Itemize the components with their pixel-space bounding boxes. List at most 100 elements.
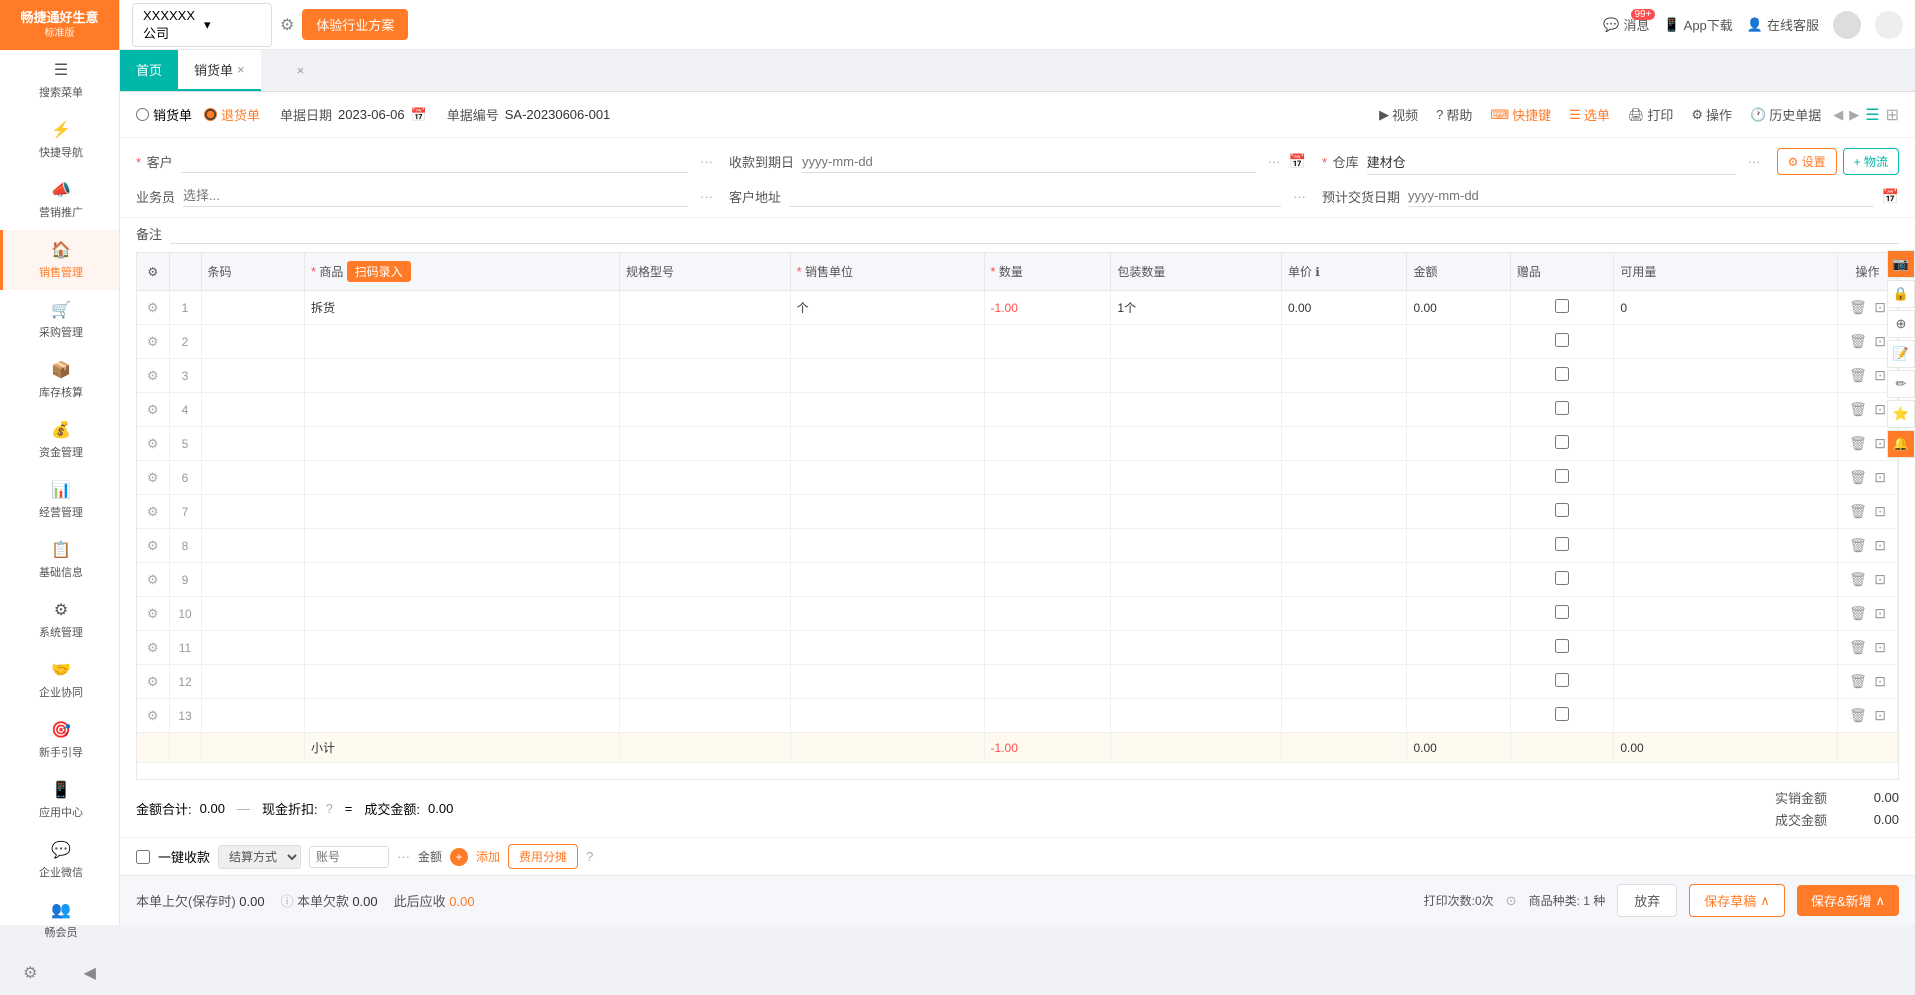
td-qty-11[interactable] (984, 665, 1111, 699)
help-btn[interactable]: ? 帮助 (1430, 102, 1478, 127)
delivery-input[interactable] (1408, 185, 1874, 207)
td-gift-5[interactable] (1510, 461, 1613, 495)
delete-row-btn-8[interactable]: 🗑 (1847, 569, 1869, 590)
fee-question-icon[interactable]: ? (586, 849, 593, 864)
tab-home[interactable]: 首页 (120, 50, 178, 91)
sidebar-settings-icon[interactable]: ⚙ (19, 959, 41, 987)
td-amount-1[interactable] (1407, 325, 1510, 359)
td-barcode-1[interactable] (201, 325, 304, 359)
delete-row-btn-3[interactable]: 🗑 (1847, 399, 1869, 420)
td-product-9[interactable] (304, 597, 619, 631)
td-product-1[interactable] (304, 325, 619, 359)
td-spec-10[interactable] (620, 631, 791, 665)
sidebar-item-enterprise[interactable]: 🤝企业协同 (0, 650, 119, 710)
td-gift-8[interactable] (1510, 563, 1613, 597)
td-barcode-12[interactable] (201, 699, 304, 733)
td-price-0[interactable]: 0.00 (1281, 291, 1407, 325)
customer-input[interactable] (181, 151, 688, 173)
td-gear-8[interactable]: ⚙ (137, 563, 169, 597)
select-btn[interactable]: ☰ 选单 (1563, 102, 1616, 127)
close-tab-btn[interactable]: × (289, 55, 313, 86)
td-amount-3[interactable] (1407, 393, 1510, 427)
nav-prev-icon[interactable]: ◀ (1833, 107, 1843, 123)
gift-checkbox-9[interactable] (1555, 605, 1569, 619)
gift-checkbox-5[interactable] (1555, 469, 1569, 483)
td-unit-4[interactable] (790, 427, 984, 461)
td-gift-2[interactable] (1510, 359, 1613, 393)
gift-checkbox-2[interactable] (1555, 367, 1569, 381)
td-price-11[interactable] (1281, 665, 1407, 699)
copy-row-btn-2[interactable]: ⊡ (1872, 365, 1888, 386)
logistics-btn[interactable]: + 物流 (1843, 148, 1899, 175)
td-price-1[interactable] (1281, 325, 1407, 359)
td-spec-4[interactable] (620, 427, 791, 461)
td-pack-qty-2[interactable] (1111, 359, 1282, 393)
td-amount-11[interactable] (1407, 665, 1510, 699)
td-unit-1[interactable] (790, 325, 984, 359)
td-barcode-11[interactable] (201, 665, 304, 699)
td-price-2[interactable] (1281, 359, 1407, 393)
td-gear-4[interactable]: ⚙ (137, 427, 169, 461)
gift-checkbox-8[interactable] (1555, 571, 1569, 585)
td-barcode-9[interactable] (201, 597, 304, 631)
td-barcode-10[interactable] (201, 631, 304, 665)
delete-row-btn-5[interactable]: 🗑 (1847, 467, 1869, 488)
settings-btn[interactable]: ⚙ 设置 (1777, 148, 1837, 175)
td-qty-6[interactable] (984, 495, 1111, 529)
td-qty-3[interactable] (984, 393, 1111, 427)
td-gift-1[interactable] (1510, 325, 1613, 359)
td-qty-5[interactable] (984, 461, 1111, 495)
gift-checkbox-4[interactable] (1555, 435, 1569, 449)
delete-row-btn-11[interactable]: 🗑 (1847, 671, 1869, 692)
view-list-icon[interactable]: ☰ (1865, 105, 1879, 125)
td-gift-7[interactable] (1510, 529, 1613, 563)
sidebar-item-wechat[interactable]: 💬企业微信 (0, 830, 119, 890)
print-btn[interactable]: 🖨 打印 (1622, 102, 1680, 127)
float-btn-3[interactable]: ⊕ (1887, 310, 1915, 338)
sidebar-item-operations[interactable]: 📊经营管理 (0, 470, 119, 530)
shortcut-btn[interactable]: ⌨ 快捷键 (1484, 102, 1557, 127)
td-gift-11[interactable] (1510, 665, 1613, 699)
td-amount-6[interactable] (1407, 495, 1510, 529)
td-barcode-0[interactable] (201, 291, 304, 325)
td-pack-qty-1[interactable] (1111, 325, 1282, 359)
gift-checkbox-0[interactable] (1555, 299, 1569, 313)
copy-row-btn-5[interactable]: ⊡ (1872, 467, 1888, 488)
save-draft-btn[interactable]: 保存草稿 ∧ (1689, 884, 1785, 917)
delete-row-btn-12[interactable]: 🗑 (1847, 705, 1869, 726)
td-price-12[interactable] (1281, 699, 1407, 733)
sidebar-item-purchase[interactable]: 🛒采购管理 (0, 290, 119, 350)
sales-radio[interactable]: 销货单 (136, 105, 192, 124)
message-btn[interactable]: 💬 消息 99+ (1603, 15, 1649, 34)
td-pack-qty-7[interactable] (1111, 529, 1282, 563)
gift-checkbox-12[interactable] (1555, 707, 1569, 721)
tab-sales-order[interactable]: 销货单 × (178, 50, 261, 91)
td-qty-2[interactable] (984, 359, 1111, 393)
salesman-input[interactable] (183, 185, 688, 207)
td-pack-qty-9[interactable] (1111, 597, 1282, 631)
td-product-4[interactable] (304, 427, 619, 461)
app-download-btn[interactable]: 📱 App下载 (1663, 15, 1732, 34)
td-barcode-2[interactable] (201, 359, 304, 393)
copy-row-btn-3[interactable]: ⊡ (1872, 399, 1888, 420)
sidebar-item-basic-info[interactable]: 📋基础信息 (0, 530, 119, 590)
td-amount-5[interactable] (1407, 461, 1510, 495)
tab-close-icon[interactable]: × (237, 62, 245, 77)
save-new-chevron-icon[interactable]: ∧ (1875, 893, 1885, 909)
td-barcode-7[interactable] (201, 529, 304, 563)
return-radio-input[interactable] (204, 108, 217, 121)
avatar[interactable] (1833, 11, 1861, 39)
td-gear-1[interactable]: ⚙ (137, 325, 169, 359)
td-product-8[interactable] (304, 563, 619, 597)
td-unit-2[interactable] (790, 359, 984, 393)
customer-addr-input[interactable] (789, 185, 1281, 207)
float-btn-5[interactable]: ✏ (1887, 370, 1915, 398)
td-amount-7[interactable] (1407, 529, 1510, 563)
td-product-2[interactable] (304, 359, 619, 393)
save-draft-chevron-icon[interactable]: ∧ (1760, 893, 1770, 909)
td-amount-2[interactable] (1407, 359, 1510, 393)
td-qty-1[interactable] (984, 325, 1111, 359)
salesman-more-icon[interactable]: ··· (700, 189, 713, 204)
td-amount-10[interactable] (1407, 631, 1510, 665)
td-product-10[interactable] (304, 631, 619, 665)
